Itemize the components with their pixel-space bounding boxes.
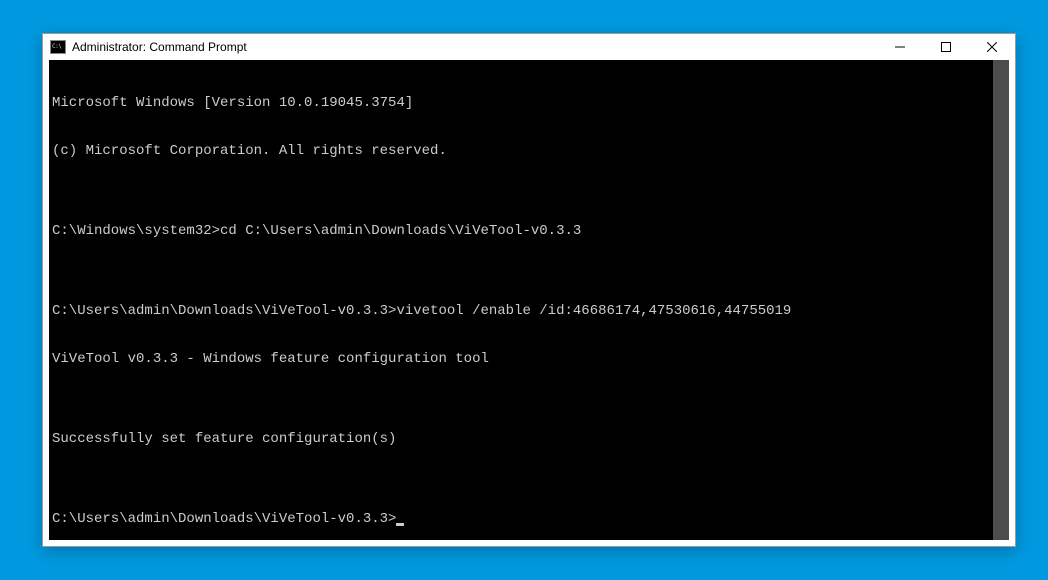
window-title: Administrator: Command Prompt — [72, 40, 247, 54]
close-icon — [987, 42, 997, 52]
console-line: (c) Microsoft Corporation. All rights re… — [52, 143, 993, 159]
console-output: Microsoft Windows [Version 10.0.19045.37… — [49, 60, 993, 540]
close-button[interactable] — [969, 34, 1015, 60]
window-controls — [877, 34, 1015, 60]
command-prompt-window: C:\ Administrator: Command Prompt Micros… — [42, 33, 1016, 547]
console-area[interactable]: Microsoft Windows [Version 10.0.19045.37… — [49, 60, 1009, 540]
minimize-button[interactable] — [877, 34, 923, 60]
scroll-thumb[interactable] — [993, 60, 1009, 540]
vertical-scrollbar[interactable] — [993, 60, 1009, 540]
cmd-icon-text: C:\ — [52, 44, 61, 50]
console-line: C:\Windows\system32>cd C:\Users\admin\Do… — [52, 223, 993, 239]
cmd-icon: C:\ — [50, 40, 66, 54]
maximize-icon — [941, 42, 951, 52]
titlebar[interactable]: C:\ Administrator: Command Prompt — [43, 34, 1015, 60]
console-prompt-line: C:\Users\admin\Downloads\ViVeTool-v0.3.3… — [52, 511, 993, 527]
console-prompt: C:\Users\admin\Downloads\ViVeTool-v0.3.3… — [52, 511, 396, 527]
console-line: Successfully set feature configuration(s… — [52, 431, 993, 447]
console-line: Microsoft Windows [Version 10.0.19045.37… — [52, 95, 993, 111]
console-line: ViVeTool v0.3.3 - Windows feature config… — [52, 351, 993, 367]
console-line: C:\Users\admin\Downloads\ViVeTool-v0.3.3… — [52, 303, 993, 319]
cursor — [396, 523, 404, 526]
minimize-icon — [895, 42, 905, 52]
maximize-button[interactable] — [923, 34, 969, 60]
